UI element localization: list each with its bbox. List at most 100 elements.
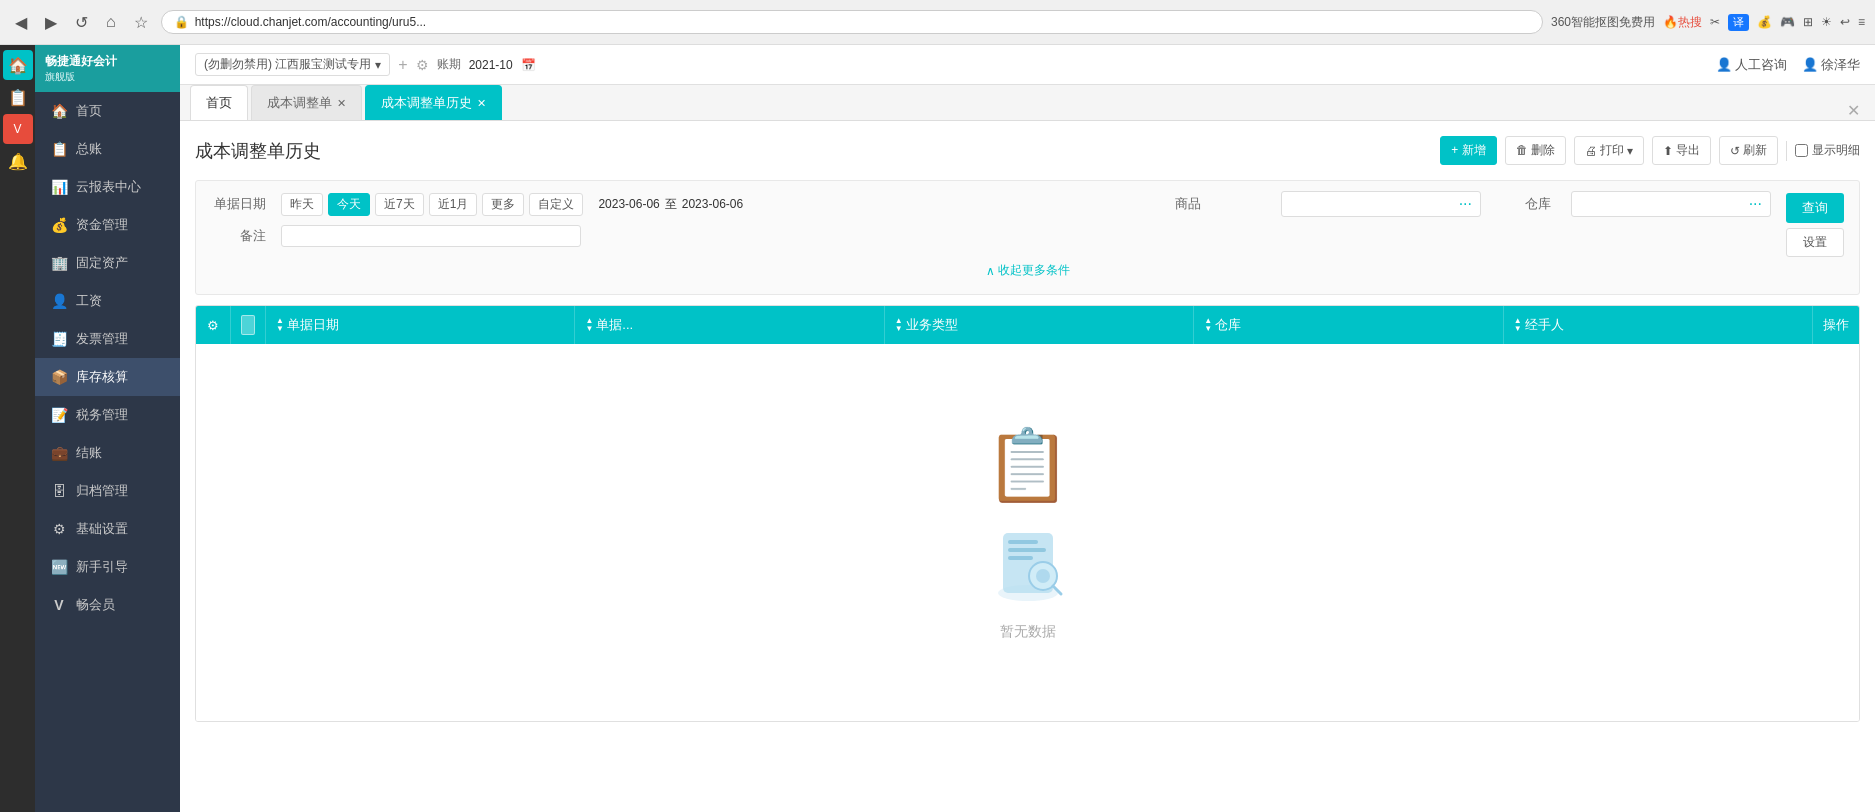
- game-icon[interactable]: 🎮: [1780, 15, 1795, 29]
- sidebar-item-member[interactable]: V 畅会员: [35, 586, 180, 624]
- scissor-icon[interactable]: ✂: [1710, 15, 1720, 29]
- tab-cost-adjust-history[interactable]: 成本调整单历史 ✕: [365, 85, 502, 120]
- print-button[interactable]: 🖨 🖨 打印 打印 ▾: [1574, 136, 1644, 165]
- sidebar-item-settle[interactable]: 💼 结账: [35, 434, 180, 472]
- tab-close-all[interactable]: ✕: [1847, 101, 1865, 120]
- sidebar-item-capital[interactable]: 💰 资金管理: [35, 206, 180, 244]
- settle-nav-label: 结账: [76, 444, 102, 462]
- th-settings[interactable]: ⚙: [196, 306, 231, 344]
- refresh-icon: ↺: [1730, 144, 1740, 158]
- number-sort-icon[interactable]: ▲▼: [585, 317, 593, 333]
- goods-select-dots[interactable]: ···: [1459, 195, 1472, 213]
- sidebar-item-archive[interactable]: 🗄 归档管理: [35, 472, 180, 510]
- grid-icon[interactable]: ⊞: [1803, 15, 1813, 29]
- date-sort-icon[interactable]: ▲▼: [276, 317, 284, 333]
- company-selector[interactable]: (勿删勿禁用) 江西服宝测试专用 ▾: [195, 53, 390, 76]
- date-btn-7days[interactable]: 近7天: [375, 193, 424, 216]
- tab-cost-adjust[interactable]: 成本调整单 ✕: [251, 85, 362, 120]
- tab-home[interactable]: 首页: [190, 85, 248, 120]
- sun-icon[interactable]: ☀: [1821, 15, 1832, 29]
- collapse-btn[interactable]: ∧ 收起更多条件: [986, 262, 1070, 279]
- th-date[interactable]: ▲▼ 单据日期: [266, 306, 575, 344]
- filter-settings-button[interactable]: 设置: [1786, 228, 1844, 257]
- wallet-icon[interactable]: 💰: [1757, 15, 1772, 29]
- refresh-button[interactable]: ↺ 刷新: [1719, 136, 1778, 165]
- sidebar-item-tax[interactable]: 📝 税务管理: [35, 396, 180, 434]
- app-container: 🏠 📋 V 🔔 畅捷通好会计 旗舰版 🏠 首页 📋 总账 📊 云报表中心: [0, 45, 1875, 812]
- filter-date-row: 单据日期 昨天 今天 近7天 近1月 更多 自定义 2023-06-06: [211, 191, 1771, 217]
- export-button[interactable]: ⬆ 导出: [1652, 136, 1711, 165]
- th-handler[interactable]: ▲▼ 经手人: [1504, 306, 1813, 344]
- icon-bar-item-4[interactable]: 🔔: [3, 146, 33, 176]
- th-action: 操作: [1813, 306, 1859, 344]
- sidebar-item-settings[interactable]: ⚙ 基础设置: [35, 510, 180, 548]
- sidebar-item-salary[interactable]: 👤 工资: [35, 282, 180, 320]
- calendar-icon[interactable]: 📅: [521, 58, 536, 72]
- svg-rect-3: [1008, 548, 1046, 552]
- add-company-icon[interactable]: +: [398, 56, 407, 74]
- icon-bar-item-2[interactable]: 📋: [3, 82, 33, 112]
- tab-cost-adjust-history-close[interactable]: ✕: [477, 97, 486, 110]
- sidebar-item-guide[interactable]: 🆕 新手引导: [35, 548, 180, 586]
- sidebar-item-inventory[interactable]: 📦 库存核算: [35, 358, 180, 396]
- empty-icon-wrapper: [983, 518, 1073, 608]
- warehouse-select[interactable]: ···: [1571, 191, 1771, 217]
- warehouse-sort-icon[interactable]: ▲▼: [1204, 317, 1212, 333]
- company-settings-icon[interactable]: ⚙: [416, 57, 429, 73]
- translate-icon[interactable]: 译: [1728, 14, 1749, 31]
- header-checkbox[interactable]: [241, 315, 255, 335]
- back-button[interactable]: ◀: [10, 11, 32, 34]
- th-action-label: 操作: [1823, 316, 1849, 334]
- invoice-nav-icon: 🧾: [50, 331, 68, 347]
- warehouse-select-dots[interactable]: ···: [1749, 195, 1762, 213]
- refresh-button[interactable]: ↺: [70, 11, 93, 34]
- th-warehouse[interactable]: ▲▼ 仓库: [1194, 306, 1503, 344]
- guide-nav-icon: 🆕: [50, 559, 68, 575]
- sidebar-item-assets[interactable]: 🏢 固定资产: [35, 244, 180, 282]
- date-btn-1month[interactable]: 近1月: [429, 193, 478, 216]
- goods-select[interactable]: ···: [1281, 191, 1481, 217]
- sidebar-item-ledger[interactable]: 📋 总账: [35, 130, 180, 168]
- empty-state: 📋: [196, 344, 1859, 721]
- th-number-label: 单据...: [596, 316, 633, 334]
- display-cols-label[interactable]: 显示明细: [1795, 142, 1860, 159]
- th-type[interactable]: ▲▼ 业务类型: [885, 306, 1194, 344]
- forward-button[interactable]: ▶: [40, 11, 62, 34]
- date-btn-today[interactable]: 今天: [328, 193, 370, 216]
- date-btn-custom[interactable]: 自定义: [529, 193, 583, 216]
- undo-icon[interactable]: ↩: [1840, 15, 1850, 29]
- home-button[interactable]: ⌂: [101, 11, 121, 33]
- svg-rect-2: [1008, 540, 1038, 544]
- handler-sort-icon[interactable]: ▲▼: [1514, 317, 1522, 333]
- sidebar-header[interactable]: 畅捷通好会计 旗舰版: [35, 45, 180, 92]
- date-btn-yesterday[interactable]: 昨天: [281, 193, 323, 216]
- icon-bar-item-3[interactable]: V: [3, 114, 33, 144]
- sidebar-item-home[interactable]: 🏠 首页: [35, 92, 180, 130]
- th-checkbox-cell[interactable]: [231, 306, 266, 344]
- close-all-icon[interactable]: ✕: [1847, 101, 1860, 120]
- date-to: 2023-06-06: [682, 197, 743, 211]
- sidebar-item-reports[interactable]: 📊 云报表中心: [35, 168, 180, 206]
- user-avatar[interactable]: 👤 徐泽华: [1802, 56, 1860, 74]
- type-sort-icon[interactable]: ▲▼: [895, 317, 903, 333]
- menu-icon[interactable]: ≡: [1858, 15, 1865, 29]
- company-dropdown-icon: ▾: [375, 58, 381, 72]
- remark-input[interactable]: [281, 225, 581, 247]
- display-cols-checkbox[interactable]: [1795, 144, 1808, 157]
- delete-button[interactable]: 🗑 删除: [1505, 136, 1566, 165]
- th-number[interactable]: ▲▼ 单据...: [575, 306, 884, 344]
- consult-button[interactable]: 👤 人工咨询: [1716, 56, 1787, 74]
- address-bar[interactable]: 🔒 https://cloud.chanjet.com/accounting/u…: [161, 10, 1543, 34]
- query-button[interactable]: 查询: [1786, 193, 1844, 223]
- date-filter-label: 单据日期: [211, 195, 266, 213]
- icon-bar-home[interactable]: 🏠: [3, 50, 33, 80]
- filter-remark-row: 备注: [211, 225, 1771, 247]
- new-button[interactable]: + 新增: [1440, 136, 1496, 165]
- star-button[interactable]: ☆: [129, 11, 153, 34]
- tax-nav-label: 税务管理: [76, 406, 128, 424]
- company-name: (勿删勿禁用) 江西服宝测试专用: [204, 56, 371, 73]
- tab-cost-adjust-close[interactable]: ✕: [337, 97, 346, 110]
- date-btn-more[interactable]: 更多: [482, 193, 524, 216]
- sidebar-item-invoice[interactable]: 🧾 发票管理: [35, 320, 180, 358]
- period-label: 账期: [437, 56, 461, 73]
